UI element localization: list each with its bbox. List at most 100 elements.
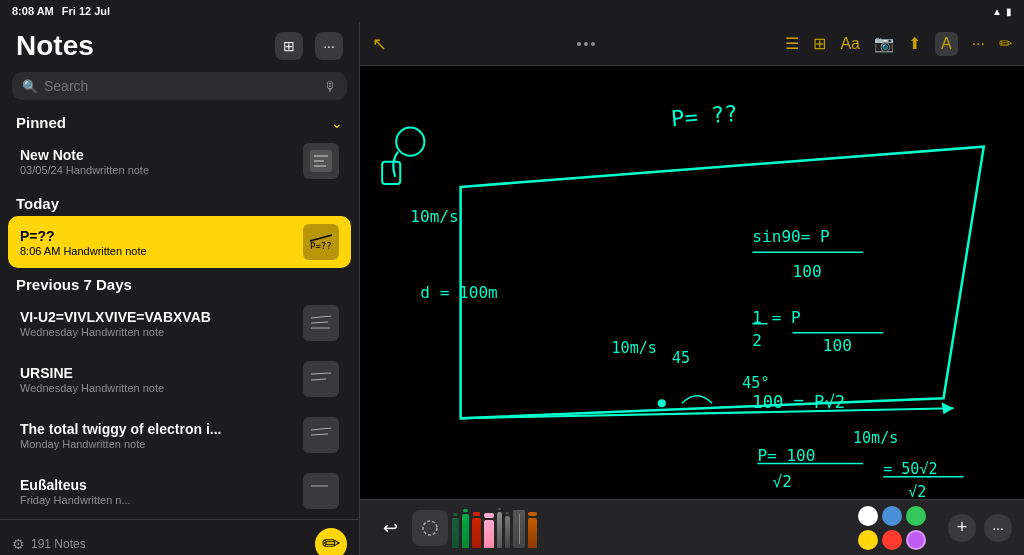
color-white[interactable] (858, 506, 878, 526)
note-canvas: ↖ ☰ ⊞ Aa 📷 ⬆ A ··· ✏ (360, 22, 1024, 555)
svg-text:√2: √2 (772, 472, 791, 491)
undo-button[interactable]: ↩ (372, 510, 408, 546)
search-input[interactable] (44, 78, 318, 94)
pinned-section-title: Pinned (16, 114, 66, 131)
color-blue[interactable] (882, 506, 902, 526)
pinned-chevron-icon[interactable]: ⌄ (331, 115, 343, 131)
pinned-note-meta: 03/05/24 Handwritten note (20, 164, 295, 176)
lasso-button[interactable] (412, 510, 448, 546)
prev7-section-title: Previous 7 Days (16, 276, 132, 293)
prev-note-thumb-1 (303, 361, 339, 397)
table-icon[interactable]: ⊞ (813, 34, 826, 53)
battery-icon: ▮ (1006, 6, 1012, 17)
more-icon[interactable]: ··· (972, 35, 985, 53)
prev-note-meta-1: Wednesday Handwritten note (20, 382, 295, 394)
notes-count: 191 Notes (31, 537, 86, 551)
tool-pen-thin2[interactable] (505, 512, 510, 548)
tool-pen-thin[interactable] (497, 508, 502, 548)
today-note-title: P=?? (20, 228, 295, 244)
prev-note-text-0: VI-U2=VIVLXVIVE=VABXVAB Wednesday Handwr… (20, 309, 295, 338)
svg-text:√2: √2 (908, 483, 926, 499)
color-green[interactable] (906, 506, 926, 526)
drawing-tools (452, 508, 846, 548)
more-tools-button[interactable]: ··· (984, 514, 1012, 542)
prev-note-title-1: URSINE (20, 365, 295, 381)
new-note-button[interactable]: ✏ (315, 528, 347, 555)
checklist-icon[interactable]: ☰ (785, 34, 799, 53)
prev-note-text-3: Eußalteus Friday Handwritten n... (20, 477, 295, 506)
sidebar-title: Notes (16, 30, 94, 62)
svg-text:100: 100 (823, 336, 852, 355)
tool-pencil-2[interactable] (462, 509, 469, 548)
sidebar-panel-icon[interactable]: ⊞ (275, 32, 303, 60)
prev-note-title-2: The total twiggy of electron i... (20, 421, 295, 437)
prev-note-meta-3: Friday Handwritten n... (20, 494, 295, 506)
color-red[interactable] (882, 530, 902, 550)
tool-brush-wide[interactable] (528, 512, 537, 548)
tool-ruler[interactable] (513, 510, 525, 548)
sidebar: Notes ⊞ ··· 🔍 🎙 Pinned ⌄ New Note 03/05/… (0, 22, 360, 555)
list-item[interactable]: The total twiggy of electron i... Monday… (8, 409, 351, 461)
mic-icon[interactable]: 🎙 (324, 79, 337, 94)
svg-point-46 (658, 399, 666, 407)
color-yellow[interactable] (858, 530, 878, 550)
svg-point-19 (396, 128, 424, 156)
list-item[interactable]: URSINE Wednesday Handwritten note (8, 353, 351, 405)
svg-text:45°: 45° (742, 374, 769, 392)
toolbar-right: ☰ ⊞ Aa 📷 ⬆ A ··· ✏ (785, 32, 1012, 56)
svg-text:100 = P√2: 100 = P√2 (752, 392, 845, 412)
svg-text:P= 100: P= 100 (757, 446, 815, 465)
svg-text:10m/s: 10m/s (853, 429, 898, 447)
share-icon[interactable]: ⬆ (908, 34, 921, 53)
camera-icon[interactable]: 📷 (874, 34, 894, 53)
prev7-section-header: Previous 7 Days (0, 270, 359, 295)
sidebar-header: Notes ⊞ ··· (0, 22, 359, 66)
tool-marker-red[interactable] (472, 512, 481, 548)
prev-note-meta-0: Wednesday Handwritten note (20, 326, 295, 338)
text-format-icon[interactable]: Aa (840, 35, 860, 53)
today-note-thumb: P=?? (303, 224, 339, 260)
tool-pencil-1[interactable] (452, 513, 459, 548)
back-arrow-icon[interactable]: ↖ (372, 33, 387, 55)
svg-point-47 (423, 521, 437, 535)
add-tool-button[interactable]: + (948, 514, 976, 542)
pinned-note-text: New Note 03/05/24 Handwritten note (20, 147, 295, 176)
svg-text:= 50√2: = 50√2 (883, 460, 937, 478)
today-note-meta: 8:06 AM Handwritten note (20, 245, 295, 257)
status-bar: 8:08 AM Fri 12 Jul ▲ ▮ (0, 0, 1024, 22)
svg-text:45: 45 (672, 349, 690, 367)
toolbar-left: ↖ (372, 33, 387, 55)
tool-eraser[interactable] (484, 513, 494, 548)
today-section-title: Today (16, 195, 59, 212)
svg-text:P=??: P=?? (310, 241, 332, 251)
svg-marker-24 (461, 147, 984, 419)
today-note-item-active[interactable]: P=?? 8:06 AM Handwritten note P=?? (8, 216, 351, 268)
color-swatches (858, 506, 938, 550)
status-time: 8:08 AM (12, 5, 54, 17)
prev-note-text-1: URSINE Wednesday Handwritten note (20, 365, 295, 394)
svg-rect-17 (308, 478, 334, 504)
search-bar[interactable]: 🔍 🎙 (12, 72, 347, 100)
svg-text:sin90= P: sin90= P (752, 227, 829, 246)
list-item[interactable]: VI-U2=VIVLXVIVE=VABXVAB Wednesday Handwr… (8, 297, 351, 349)
svg-text:d = 100m: d = 100m (420, 283, 497, 302)
markup-icon[interactable]: A (935, 32, 958, 56)
sidebar-footer: ⚙ 191 Notes ✏ (0, 519, 359, 555)
prev-note-thumb-0 (303, 305, 339, 341)
pinned-note-thumb (303, 143, 339, 179)
main-area: Notes ⊞ ··· 🔍 🎙 Pinned ⌄ New Note 03/05/… (0, 22, 1024, 555)
search-icon: 🔍 (22, 79, 38, 94)
prev-note-title-3: Eußalteus (20, 477, 295, 493)
svg-text:10m/s: 10m/s (612, 339, 657, 357)
note-toolbar: ↖ ☰ ⊞ Aa 📷 ⬆ A ··· ✏ (360, 22, 1024, 66)
pinned-note-title: New Note (20, 147, 295, 163)
today-note-text: P=?? 8:06 AM Handwritten note (20, 228, 295, 257)
pinned-section-header: Pinned ⌄ (0, 108, 359, 133)
sidebar-more-icon[interactable]: ··· (315, 32, 343, 60)
list-item[interactable]: Eußalteus Friday Handwritten n... (8, 465, 351, 517)
color-purple[interactable] (906, 530, 926, 550)
compose-icon[interactable]: ✏ (999, 34, 1012, 53)
svg-marker-29 (942, 402, 954, 414)
pinned-note-item[interactable]: New Note 03/05/24 Handwritten note (8, 135, 351, 187)
prev-note-text-2: The total twiggy of electron i... Monday… (20, 421, 295, 450)
